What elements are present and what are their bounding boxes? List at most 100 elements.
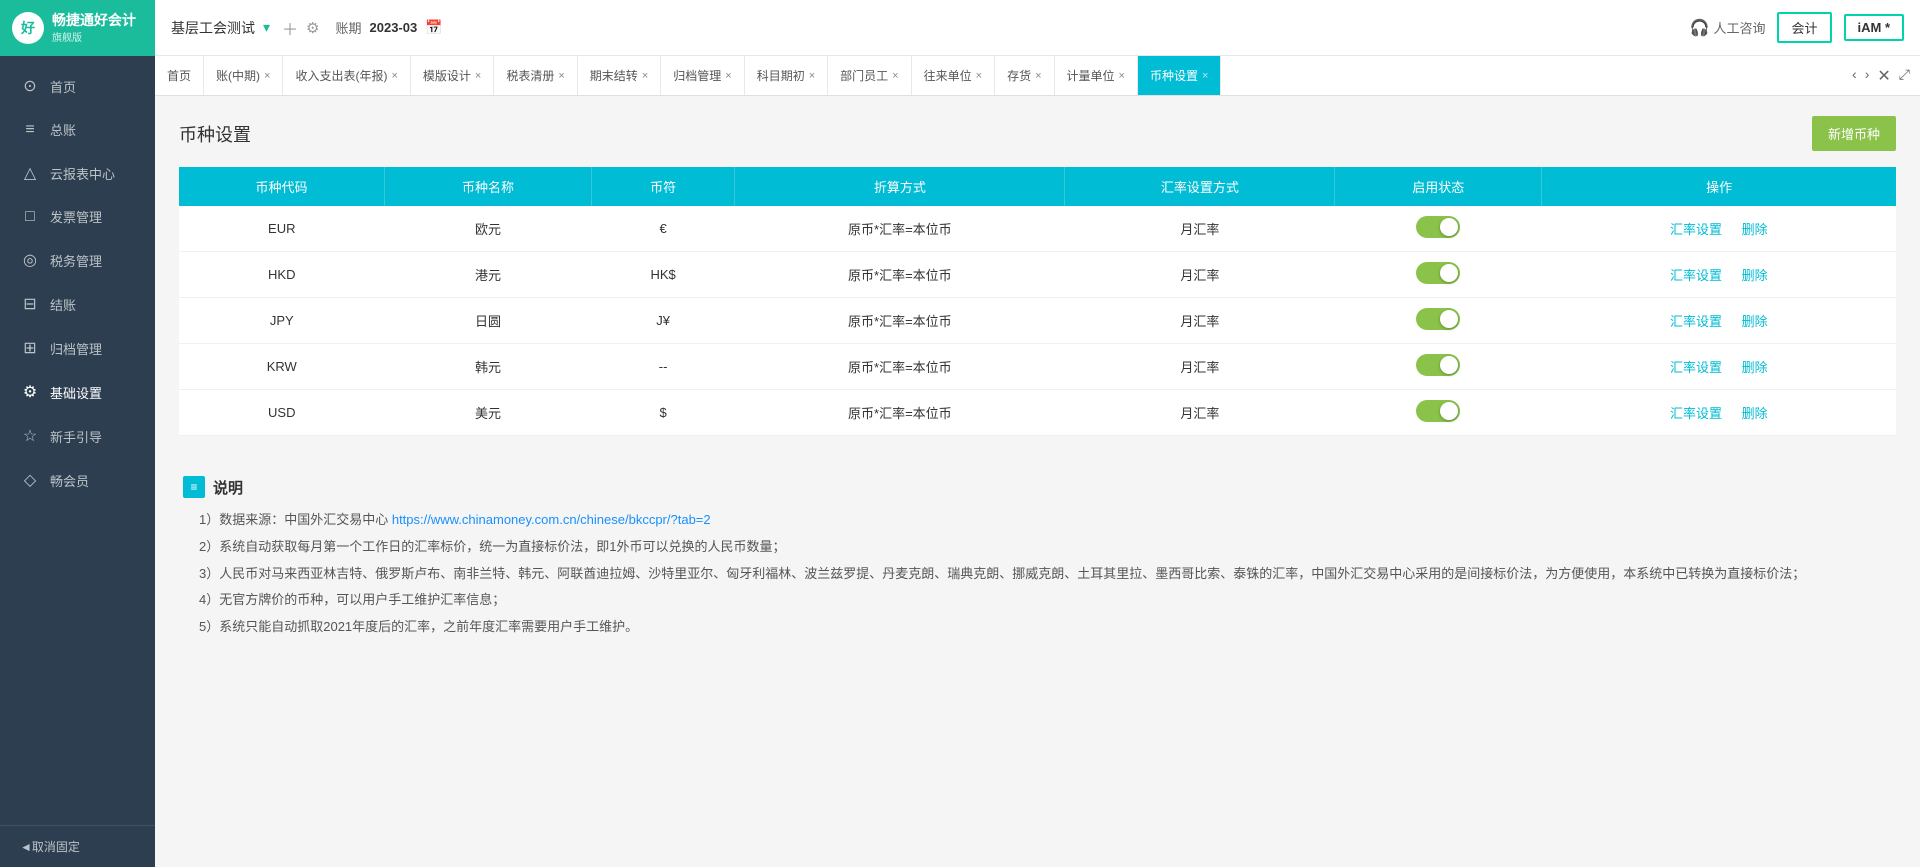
tab-close-icon[interactable]: ×: [725, 70, 731, 82]
tab-close-icon[interactable]: ×: [391, 70, 397, 82]
ledger-icon: ≡: [20, 121, 40, 139]
col-rate-type: 汇率设置方式: [1065, 167, 1335, 206]
tab-subject[interactable]: 科目期初 ×: [745, 56, 828, 95]
notes-link[interactable]: https://www.chinamoney.com.cn/chinese/bk…: [392, 512, 711, 527]
rate-setting-link[interactable]: 汇率设置: [1670, 406, 1722, 421]
sidebar-item-label: 基础设置: [50, 383, 102, 402]
tab-income[interactable]: 收入支出表(年报) ×: [283, 56, 410, 95]
notes-item: 1）数据来源：中国外汇交易中心 https://www.chinamoney.c…: [199, 510, 1892, 531]
status-toggle[interactable]: [1416, 354, 1460, 376]
help-button[interactable]: 🎧 人工咨询: [1690, 18, 1766, 38]
sidebar-item-label: 新手引导: [50, 427, 102, 446]
rate-setting-link[interactable]: 汇率设置: [1670, 314, 1722, 329]
tab-label: 税表清册: [506, 67, 554, 84]
sidebar-unpin[interactable]: ◄取消固定: [0, 825, 155, 867]
kuaiji-button[interactable]: 会计: [1777, 12, 1831, 43]
status-toggle[interactable]: [1416, 400, 1460, 422]
tab-period[interactable]: 账(中期) ×: [204, 56, 283, 95]
topbar-settings-icon[interactable]: ⚙: [306, 19, 319, 37]
cell-rate-type: 月汇率: [1065, 390, 1335, 436]
delete-link[interactable]: 删除: [1742, 268, 1768, 283]
tab-close-icon[interactable]: ×: [809, 70, 815, 82]
cell-name: 日圆: [385, 298, 592, 344]
tab-next-button[interactable]: ›: [1863, 64, 1872, 88]
table-row: USD 美元 $ 原币*汇率=本位币 月汇率 汇率设置 删除: [179, 390, 1896, 436]
period-value: 2023-03: [370, 20, 418, 35]
delete-link[interactable]: 删除: [1742, 406, 1768, 421]
iam-button[interactable]: iAM *: [1844, 14, 1905, 41]
notes-item: 4）无官方牌价的币种，可以用户手工维护汇率信息；: [199, 590, 1892, 611]
rate-setting-link[interactable]: 汇率设置: [1670, 360, 1722, 375]
sidebar-item-tax[interactable]: ◎ 税务管理: [0, 238, 155, 282]
sidebar-item-invoice[interactable]: □ 发票管理: [0, 195, 155, 238]
sidebar-item-report[interactable]: △ 云报表中心: [0, 151, 155, 195]
sidebar-item-label: 首页: [50, 77, 76, 96]
sidebar-item-label: 畅会员: [50, 471, 89, 490]
status-toggle[interactable]: [1416, 216, 1460, 238]
tab-close-icon[interactable]: ×: [1202, 70, 1208, 82]
page-title: 币种设置: [179, 121, 251, 147]
cell-actions: 汇率设置 删除: [1542, 298, 1896, 344]
rate-setting-link[interactable]: 汇率设置: [1670, 268, 1722, 283]
tab-label: 存货: [1007, 67, 1031, 84]
sidebar-item-archive[interactable]: ⊞ 归档管理: [0, 326, 155, 370]
tab-close-all-button[interactable]: ✕: [1875, 64, 1892, 88]
tab-close-icon[interactable]: ×: [1119, 70, 1125, 82]
tab-label: 归档管理: [673, 67, 721, 84]
cell-name: 韩元: [385, 344, 592, 390]
status-toggle[interactable]: [1416, 308, 1460, 330]
cell-status: [1335, 298, 1542, 344]
sidebar-item-member[interactable]: ◇ 畅会员: [0, 458, 155, 502]
tab-close-icon[interactable]: ×: [642, 70, 648, 82]
sidebar-item-ledger[interactable]: ≡ 总账: [0, 108, 155, 151]
sidebar-item-label: 云报表中心: [50, 164, 115, 183]
tabbar-controls: ‹ › ✕ ⤢: [1842, 64, 1920, 88]
tab-measure[interactable]: 计量单位 ×: [1055, 56, 1138, 95]
sidebar-item-checkout[interactable]: ⊟ 结账: [0, 282, 155, 326]
delete-link[interactable]: 删除: [1742, 222, 1768, 237]
company-name: 基层工会测试: [171, 18, 255, 38]
home-icon: ⊙: [20, 76, 40, 96]
tab-close-icon[interactable]: ×: [892, 70, 898, 82]
rate-setting-link[interactable]: 汇率设置: [1670, 222, 1722, 237]
cell-calc: 原币*汇率=本位币: [735, 252, 1065, 298]
tab-label: 模版设计: [423, 67, 471, 84]
delete-link[interactable]: 删除: [1742, 360, 1768, 375]
add-tab-button[interactable]: ＋: [282, 16, 298, 40]
tab-period-end[interactable]: 期末结转 ×: [578, 56, 661, 95]
cell-code: JPY: [179, 298, 385, 344]
tab-unit[interactable]: 往来单位 ×: [912, 56, 995, 95]
tab-home[interactable]: 首页: [155, 56, 204, 95]
tab-department[interactable]: 部门员工 ×: [828, 56, 911, 95]
cell-code: USD: [179, 390, 385, 436]
tab-stock[interactable]: 存货 ×: [995, 56, 1054, 95]
expand-button[interactable]: ⤢: [1897, 64, 1912, 88]
cell-actions: 汇率设置 删除: [1542, 390, 1896, 436]
tab-close-icon[interactable]: ×: [475, 70, 481, 82]
tab-close-icon[interactable]: ×: [558, 70, 564, 82]
tab-close-icon[interactable]: ×: [1035, 70, 1041, 82]
table-row: JPY 日圆 J¥ 原币*汇率=本位币 月汇率 汇率设置 删除: [179, 298, 1896, 344]
company-dropdown[interactable]: ▾: [263, 19, 270, 36]
sidebar-item-home[interactable]: ⊙ 首页: [0, 64, 155, 108]
table-header-row: 币种代码 币种名称 币符 折算方式 汇率设置方式 启用状态 操作: [179, 167, 1896, 206]
sidebar-item-label: 归档管理: [50, 339, 102, 358]
tab-tax[interactable]: 税表清册 ×: [494, 56, 577, 95]
tab-archive[interactable]: 归档管理 ×: [661, 56, 744, 95]
archive-icon: ⊞: [20, 338, 40, 358]
delete-link[interactable]: 删除: [1742, 314, 1768, 329]
tab-currency[interactable]: 币种设置 ×: [1138, 56, 1221, 95]
tab-close-icon[interactable]: ×: [264, 70, 270, 82]
notes-header: ≡ 说明: [183, 476, 1892, 498]
cell-symbol: €: [591, 206, 735, 252]
sidebar-item-basic[interactable]: ⚙ 基础设置: [0, 370, 155, 414]
calendar-icon[interactable]: 📅: [425, 19, 442, 36]
cell-calc: 原币*汇率=本位币: [735, 206, 1065, 252]
tab-template[interactable]: 模版设计 ×: [411, 56, 494, 95]
sidebar-item-guide[interactable]: ☆ 新手引导: [0, 414, 155, 458]
new-currency-button[interactable]: 新增币种: [1812, 116, 1896, 151]
tab-prev-button[interactable]: ‹: [1850, 64, 1859, 88]
status-toggle[interactable]: [1416, 262, 1460, 284]
tab-close-icon[interactable]: ×: [976, 70, 982, 82]
cell-symbol: $: [591, 390, 735, 436]
